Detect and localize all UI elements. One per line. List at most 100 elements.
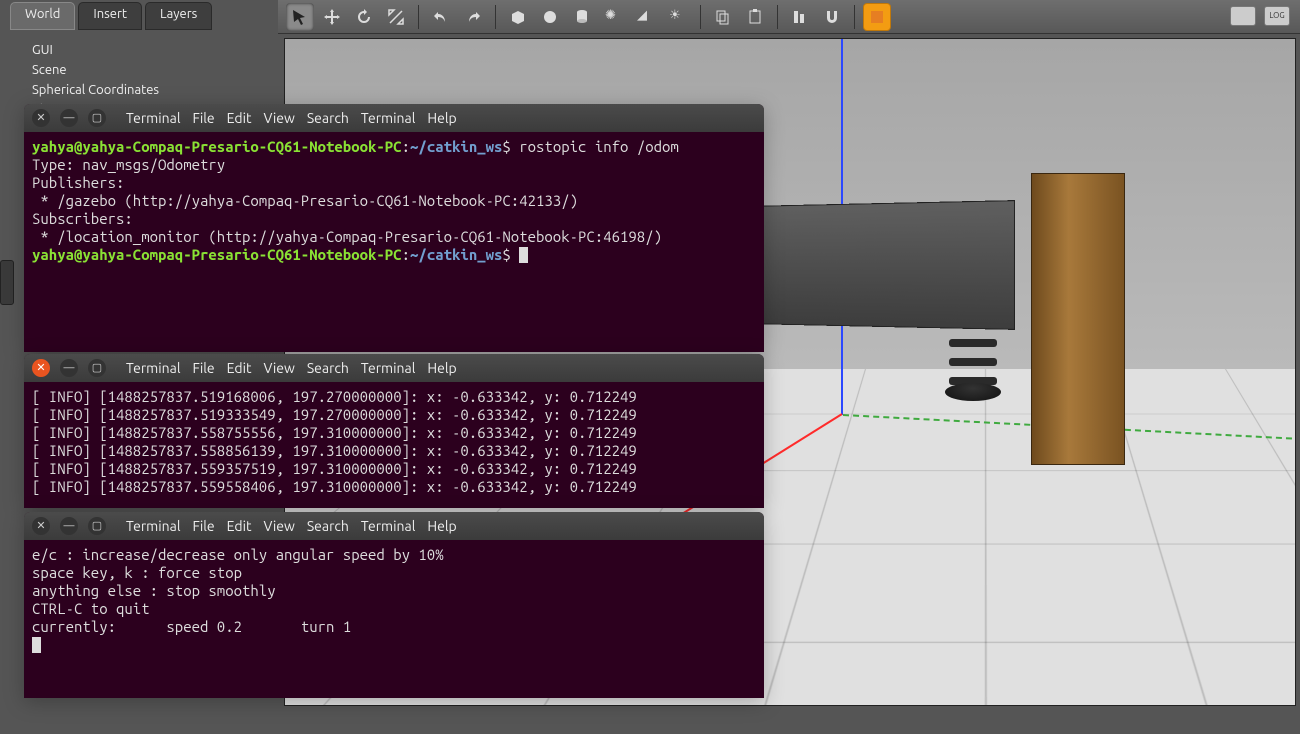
terminal-rostopic[interactable]: ✕ — ▢ Terminal File Edit View Search Ter… (24, 104, 764, 352)
reset-time-button[interactable]: Reset Ti (1236, 665, 1296, 684)
move-icon (323, 8, 341, 26)
toolbar-separator (700, 5, 701, 29)
shape-cylinder[interactable] (568, 3, 596, 31)
tree-item-spherical[interactable]: Spherical Coordinates (16, 80, 262, 100)
light-directional[interactable]: ☀ (664, 3, 692, 31)
terminal-body[interactable]: e/c : increase/decrease only angular spe… (24, 540, 764, 664)
menu-help[interactable]: Help (427, 359, 456, 377)
menu-terminal2[interactable]: Terminal (361, 517, 416, 535)
menu-terminal2[interactable]: Terminal (361, 359, 416, 377)
spotlight-icon: ◢ (637, 8, 655, 26)
cylinder-icon (573, 8, 591, 26)
window-maximize-button[interactable]: ▢ (88, 517, 106, 535)
menu-terminal2[interactable]: Terminal (361, 109, 416, 127)
terminal-body[interactable]: yahya@yahya-Compaq-Presario-CQ61-Noteboo… (24, 132, 764, 274)
menu-view[interactable]: View (264, 109, 295, 127)
iter-value: 19718 (914, 668, 951, 682)
shape-box[interactable] (504, 3, 532, 31)
tool-select-obj[interactable] (863, 3, 891, 31)
tab-world[interactable]: World (10, 2, 75, 30)
menu-search[interactable]: Search (307, 109, 349, 127)
tool-translate[interactable] (318, 3, 346, 31)
terminal-menubar: Terminal File Edit View Search Terminal … (126, 359, 457, 377)
toolbar-separator (418, 5, 419, 29)
toolbar-separator (854, 5, 855, 29)
window-close-button[interactable]: ✕ (32, 359, 50, 377)
cursor-icon (291, 8, 309, 26)
iter-label: Iterations: (843, 668, 902, 682)
window-close-button[interactable]: ✕ (32, 109, 50, 127)
tree-item-scene[interactable]: Scene (16, 60, 262, 80)
menu-terminal[interactable]: Terminal (126, 517, 181, 535)
window-maximize-button[interactable]: ▢ (88, 109, 106, 127)
tree-item-gui[interactable]: GUI (16, 40, 262, 60)
sphere-icon (541, 8, 559, 26)
tool-copy[interactable] (709, 3, 737, 31)
tool-paste[interactable] (741, 3, 769, 31)
tool-snap[interactable] (818, 3, 846, 31)
terminal-teleop[interactable]: ✕ — ▢ Terminal File Edit View Search Ter… (24, 512, 764, 698)
menu-terminal[interactable]: Terminal (126, 359, 181, 377)
light-point[interactable]: ✺ (600, 3, 628, 31)
tool-select[interactable] (286, 3, 314, 31)
tab-insert[interactable]: Insert (78, 2, 142, 30)
box-icon (509, 8, 527, 26)
menu-file[interactable]: File (193, 109, 215, 127)
log-button[interactable]: LOG (1264, 6, 1290, 26)
align-icon (791, 8, 809, 26)
menu-edit[interactable]: Edit (227, 517, 252, 535)
window-maximize-button[interactable]: ▢ (88, 359, 106, 377)
fps-label: FPS: (963, 668, 988, 682)
model-wall[interactable] (762, 200, 1015, 330)
toolbar-separator (495, 5, 496, 29)
tool-redo[interactable] (459, 3, 487, 31)
tool-scale[interactable] (382, 3, 410, 31)
terminal-titlebar[interactable]: ✕ — ▢ Terminal File Edit View Search Ter… (24, 104, 764, 132)
model-cabinet[interactable] (1031, 173, 1125, 465)
menu-help[interactable]: Help (427, 517, 456, 535)
menu-file[interactable]: File (193, 359, 215, 377)
rotate-icon (355, 8, 373, 26)
gazebo-toolbar: ✺ ◢ ☀ LOG (278, 0, 1300, 34)
tool-undo[interactable] (427, 3, 455, 31)
selected-box-icon (868, 8, 886, 26)
panel-collapse-handle[interactable] (0, 260, 14, 305)
menu-view[interactable]: View (264, 359, 295, 377)
window-close-button[interactable]: ✕ (32, 517, 50, 535)
sun-icon: ☀ (669, 8, 687, 26)
undo-icon (432, 8, 450, 26)
window-minimize-button[interactable]: — (60, 109, 78, 127)
screenshot-button[interactable] (1230, 6, 1256, 26)
model-turtlebot[interactable] (941, 335, 1005, 401)
magnet-icon (823, 8, 841, 26)
terminal-menubar: Terminal File Edit View Search Terminal … (126, 109, 457, 127)
menu-search[interactable]: Search (307, 517, 349, 535)
copy-icon (714, 8, 732, 26)
menu-edit[interactable]: Edit (227, 109, 252, 127)
panel-tabs: World Insert Layers (10, 2, 268, 30)
terminal-location-monitor[interactable]: ✕ — ▢ Terminal File Edit View Search Ter… (24, 354, 764, 508)
menu-edit[interactable]: Edit (227, 359, 252, 377)
terminal-titlebar[interactable]: ✕ — ▢ Terminal File Edit View Search Ter… (24, 512, 764, 540)
terminal-body[interactable]: [ INFO] [1488257837.519168006, 197.27000… (24, 382, 764, 506)
menu-view[interactable]: View (264, 517, 295, 535)
shape-sphere[interactable] (536, 3, 564, 31)
window-minimize-button[interactable]: — (60, 517, 78, 535)
scale-icon (387, 8, 405, 26)
menu-search[interactable]: Search (307, 359, 349, 377)
menu-file[interactable]: File (193, 517, 215, 535)
menu-terminal[interactable]: Terminal (126, 109, 181, 127)
fps-value: 26.9803 (999, 668, 1046, 682)
tool-rotate[interactable] (350, 3, 378, 31)
terminal-menubar: Terminal File Edit View Search Terminal … (126, 517, 457, 535)
menu-help[interactable]: Help (427, 109, 456, 127)
paste-icon (746, 8, 764, 26)
light-spot[interactable]: ◢ (632, 3, 660, 31)
tool-align[interactable] (786, 3, 814, 31)
pointlight-icon: ✺ (605, 8, 623, 26)
tab-layers[interactable]: Layers (145, 2, 212, 30)
toolbar-separator (777, 5, 778, 29)
window-minimize-button[interactable]: — (60, 359, 78, 377)
redo-icon (464, 8, 482, 26)
terminal-titlebar[interactable]: ✕ — ▢ Terminal File Edit View Search Ter… (24, 354, 764, 382)
